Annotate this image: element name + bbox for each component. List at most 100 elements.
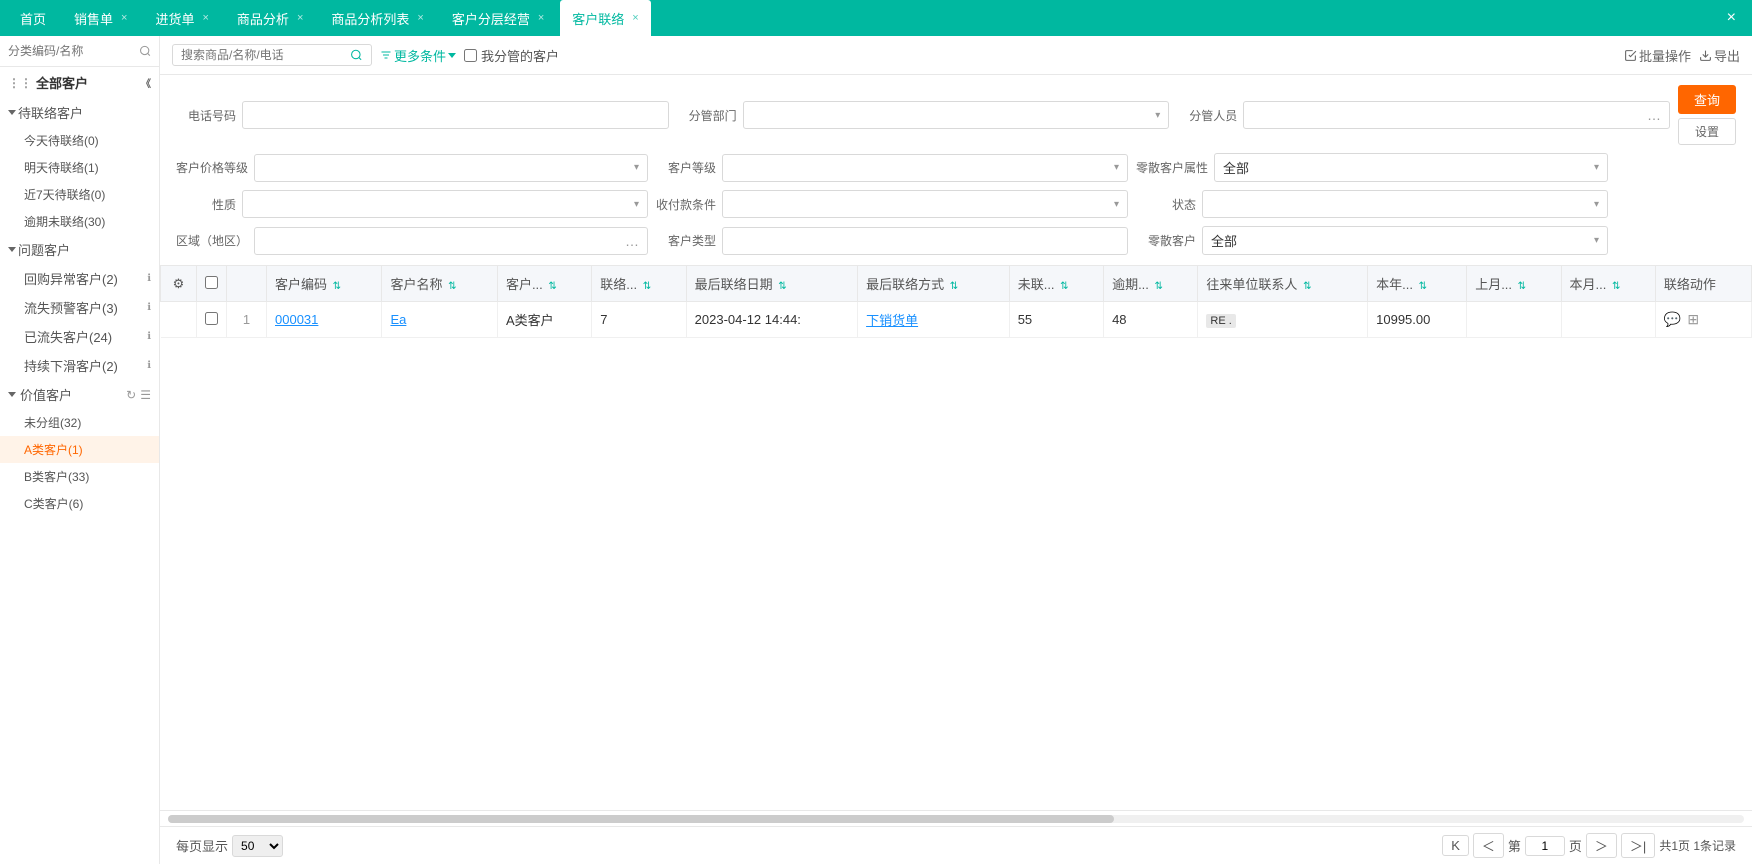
code-sort-icon[interactable]: ⇅	[333, 281, 341, 292]
type-sort-icon[interactable]: ⇅	[548, 281, 556, 292]
col-gear[interactable]: ⚙	[161, 266, 197, 302]
pending-contact-triangle	[8, 110, 16, 115]
sidebar-item-today[interactable]: 今天待联络(0)	[0, 127, 159, 154]
date-sort-icon[interactable]: ⇅	[778, 281, 786, 292]
filter-customer-level-select[interactable]: ▾	[722, 154, 1128, 182]
my-customers-checkbox[interactable]: 我分管的客户	[464, 46, 559, 65]
sidebar-all-customers[interactable]: ⋮⋮ 全部客户 《	[0, 67, 159, 98]
customer-code-link[interactable]: 000031	[275, 312, 318, 327]
nav-tab-customer-segment-close[interactable]: ×	[538, 12, 544, 24]
filter-retail-attr-select[interactable]: 全部 ▾	[1214, 153, 1608, 182]
col-company-contacts[interactable]: 往来单位联系人 ⇅	[1198, 266, 1368, 302]
value-customers-refresh[interactable]: ↻	[126, 388, 136, 402]
setting-button[interactable]: 设置	[1678, 118, 1736, 145]
nav-tab-sales-close[interactable]: ×	[121, 12, 127, 24]
filter-dept-select[interactable]: ▾	[743, 101, 1170, 129]
scrollbar-track[interactable]	[168, 815, 1744, 823]
sidebar-item-class-c[interactable]: C类客户(6)	[0, 490, 159, 517]
col-last-month[interactable]: 上月... ⇅	[1467, 266, 1561, 302]
col-customer-type[interactable]: 客户... ⇅	[497, 266, 591, 302]
sidebar-item-class-b[interactable]: B类客户(33)	[0, 463, 159, 490]
sidebar-problem-customers-header[interactable]: 问题客户	[0, 235, 159, 264]
first-page-btn[interactable]: K	[1442, 835, 1469, 856]
sidebar-item-overdue[interactable]: 逾期未联络(30)	[0, 208, 159, 235]
sidebar-pending-contact-header[interactable]: 待联络客户	[0, 98, 159, 127]
nav-tab-goods-analysis-list[interactable]: 商品分析列表 ×	[319, 0, 435, 36]
filter-search-icon[interactable]	[350, 48, 363, 62]
col-overdue[interactable]: 逾期... ⇅	[1104, 266, 1198, 302]
last-contact-way-link[interactable]: 下销货单	[866, 313, 918, 328]
filter-search-input[interactable]	[181, 48, 346, 62]
sidebar-item-repurchase-abnormal[interactable]: 回购异常客户(2) ℹ	[0, 264, 159, 293]
nav-tab-customer-contact-close[interactable]: ×	[632, 12, 638, 24]
my-customers-check[interactable]	[464, 49, 477, 62]
year-sort-icon[interactable]: ⇅	[1419, 281, 1427, 292]
window-close-button[interactable]: ×	[1719, 9, 1744, 26]
sidebar-item-tomorrow[interactable]: 明天待联络(1)	[0, 154, 159, 181]
col-customer-code[interactable]: 客户编码 ⇅	[267, 266, 382, 302]
message-action-icon[interactable]: 💬	[1664, 311, 1681, 328]
next-page-btn[interactable]: ＞	[1586, 833, 1617, 858]
col-last-contact-date[interactable]: 最后联络日期 ⇅	[686, 266, 857, 302]
filter-manager-input[interactable]: …	[1243, 101, 1670, 129]
month-sort-icon[interactable]: ⇅	[1612, 281, 1620, 292]
batch-operation-btn[interactable]: 批量操作	[1624, 46, 1691, 65]
customer-name-link[interactable]: Ea	[390, 312, 406, 327]
page-number-input[interactable]	[1525, 836, 1565, 856]
prev-page-btn[interactable]: ＜	[1473, 833, 1504, 858]
name-sort-icon[interactable]: ⇅	[448, 281, 456, 292]
value-customers-settings[interactable]: ☰	[140, 388, 151, 402]
filter-status-select[interactable]: ▾	[1202, 190, 1608, 218]
way-sort-icon[interactable]: ⇅	[950, 281, 958, 292]
gear-icon[interactable]: ⚙	[173, 276, 185, 291]
overdue-sort-icon[interactable]: ⇅	[1155, 281, 1163, 292]
filter-retail-select[interactable]: 全部 ▾	[1202, 226, 1608, 255]
filter-payment-select[interactable]: ▾	[722, 190, 1128, 218]
filter-nature-select[interactable]: ▾	[242, 190, 648, 218]
sidebar-search-input[interactable]	[8, 44, 135, 58]
sidebar-item-declining[interactable]: 持续下滑客户(2) ℹ	[0, 351, 159, 380]
last-page-btn[interactable]: ＞|	[1621, 833, 1655, 858]
col-current-year[interactable]: 本年... ⇅	[1368, 266, 1467, 302]
nav-tab-purchase[interactable]: 进货单 ×	[143, 0, 220, 36]
sidebar-item-churn-warning[interactable]: 流失预警客户(3) ℹ	[0, 293, 159, 322]
nav-tab-goods-analysis[interactable]: 商品分析 ×	[225, 0, 315, 36]
manager-more-dots[interactable]: …	[1647, 107, 1661, 123]
page-size-dropdown[interactable]: 20 50 100 200	[232, 835, 283, 857]
filter-customer-type-input[interactable]	[722, 227, 1128, 255]
last-month-sort-icon[interactable]: ⇅	[1518, 281, 1526, 292]
nav-tab-customer-contact[interactable]: 客户联络 ×	[560, 0, 650, 36]
company-contacts-sort-icon[interactable]: ⇅	[1303, 281, 1311, 292]
nav-tab-purchase-close[interactable]: ×	[202, 12, 208, 24]
col-contacts[interactable]: 联络... ⇅	[592, 266, 686, 302]
sidebar-value-customers-header[interactable]: 价值客户 ↻ ☰	[0, 380, 159, 409]
filter-more-conditions[interactable]: 更多条件	[380, 46, 456, 65]
nav-tab-sales[interactable]: 销售单 ×	[62, 0, 139, 36]
nav-home[interactable]: 首页	[8, 0, 58, 36]
contacts-sort-icon[interactable]: ⇅	[643, 281, 651, 292]
sidebar-item-ungrouped[interactable]: 未分组(32)	[0, 409, 159, 436]
col-current-month[interactable]: 本月... ⇅	[1561, 266, 1655, 302]
filter-phone-input[interactable]	[242, 101, 669, 129]
sidebar-collapse-icon[interactable]: 《	[141, 75, 151, 90]
row-checkbox[interactable]	[205, 312, 218, 325]
query-button[interactable]: 查询	[1678, 85, 1736, 114]
not-contact-sort-icon[interactable]: ⇅	[1060, 281, 1068, 292]
scrollbar-thumb[interactable]	[168, 815, 1114, 823]
qr-action-icon[interactable]: ⊞	[1687, 311, 1699, 328]
nav-tab-customer-segment[interactable]: 客户分层经营 ×	[440, 0, 556, 36]
filter-price-level-select[interactable]: ▾	[254, 154, 648, 182]
sidebar-item-class-a[interactable]: A类客户(1)	[0, 436, 159, 463]
filter-region-input[interactable]: …	[254, 227, 648, 255]
select-all-checkbox[interactable]	[205, 276, 218, 289]
sidebar-search-icon[interactable]	[139, 44, 151, 58]
nav-tab-goods-analysis-list-close[interactable]: ×	[417, 12, 423, 24]
nav-tab-goods-analysis-close[interactable]: ×	[297, 12, 303, 24]
export-btn[interactable]: 导出	[1699, 46, 1740, 65]
sidebar-item-churned[interactable]: 已流失客户(24) ℹ	[0, 322, 159, 351]
col-last-contact-way[interactable]: 最后联络方式 ⇅	[858, 266, 1010, 302]
region-more-dots[interactable]: …	[625, 233, 639, 249]
col-customer-name[interactable]: 客户名称 ⇅	[382, 266, 497, 302]
col-not-contact[interactable]: 未联... ⇅	[1009, 266, 1103, 302]
sidebar-item-7days[interactable]: 近7天待联络(0)	[0, 181, 159, 208]
